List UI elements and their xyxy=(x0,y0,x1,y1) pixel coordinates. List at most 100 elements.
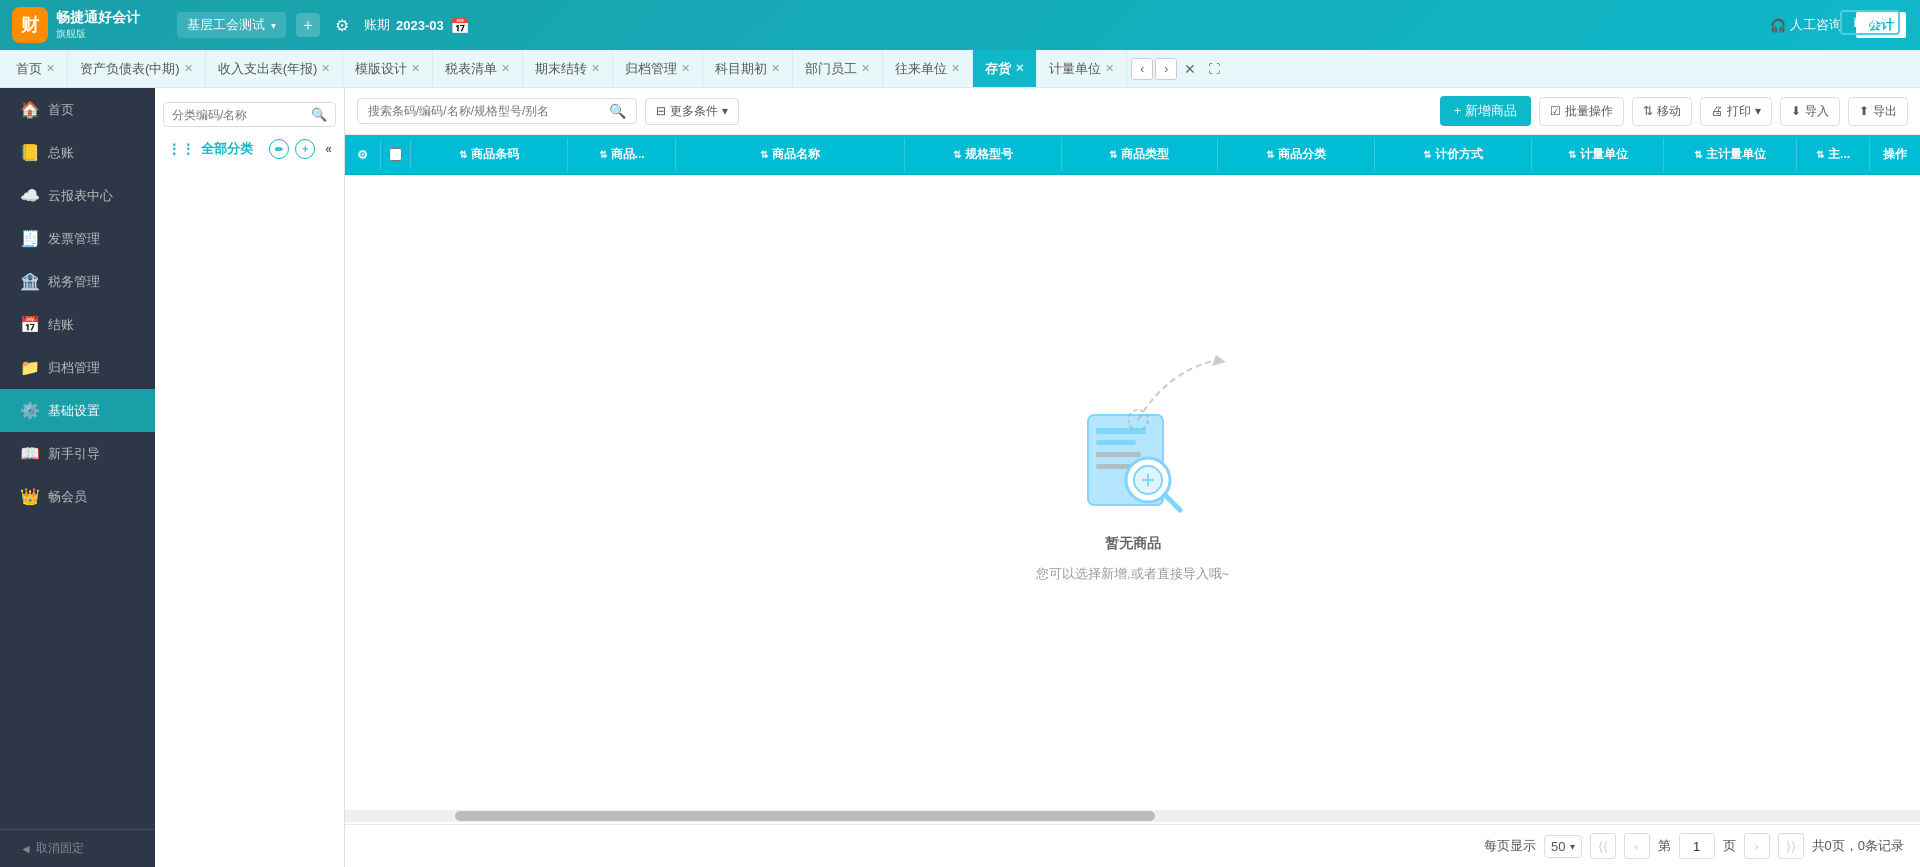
th-checkbox[interactable] xyxy=(381,140,411,169)
batch-ops-button[interactable]: ☑ 批量操作 xyxy=(1539,97,1624,126)
th-product-category[interactable]: ⇅ 商品分类 xyxy=(1218,138,1375,171)
th-main-unit[interactable]: ⇅ 主计量单位 xyxy=(1664,138,1797,171)
product-search-bar[interactable]: 🔍 xyxy=(357,98,637,124)
tab-scroll-left-button[interactable]: ‹ xyxy=(1131,58,1153,80)
select-all-checkbox[interactable] xyxy=(389,148,402,161)
horizontal-scrollbar[interactable] xyxy=(345,810,1920,822)
sort-icon: ⇅ xyxy=(459,149,467,160)
sidebar: 🏠 首页 📒 总账 ☁️ 云报表中心 🧾 发票管理 🏦 税务管理 📅 结账 📁 … xyxy=(0,88,155,867)
print-icon: 🖨 xyxy=(1711,104,1723,118)
th-product-code[interactable]: ⇅ 商品... xyxy=(568,138,677,171)
first-page-button[interactable]: ⟨⟨ xyxy=(1590,833,1616,859)
page-number-input[interactable] xyxy=(1679,833,1715,859)
close-icon[interactable]: ✕ xyxy=(591,62,600,75)
calendar-icon[interactable]: 📅 xyxy=(450,16,470,35)
settings-icon[interactable]: ⚙ xyxy=(330,13,354,37)
sidebar-item-settings[interactable]: ⚙️ 基础设置 xyxy=(0,389,155,432)
scrollbar-thumb[interactable] xyxy=(455,811,1155,821)
print-button[interactable]: 🖨 打印 ▾ xyxy=(1700,97,1772,126)
close-icon[interactable]: ✕ xyxy=(771,62,780,75)
close-icon[interactable]: ✕ xyxy=(951,62,960,75)
sidebar-item-archive[interactable]: 📁 归档管理 xyxy=(0,346,155,389)
svg-marker-0 xyxy=(1212,355,1226,366)
tab-home[interactable]: 首页 ✕ xyxy=(4,50,68,88)
tab-unit[interactable]: 计量单位 ✕ xyxy=(1037,50,1127,88)
category-all-item[interactable]: ⋮⋮ 全部分类 ✏ ＋ « xyxy=(155,133,344,165)
tab-period-close[interactable]: 期末结转 ✕ xyxy=(523,50,613,88)
move-button[interactable]: ⇅ 移动 xyxy=(1632,97,1692,126)
add-product-button[interactable]: + 新增商品 xyxy=(1440,96,1531,126)
tab-income-expense[interactable]: 收入支出表(年报) ✕ xyxy=(206,50,344,88)
sort-icon: ⇅ xyxy=(760,149,768,160)
next-page-button[interactable]: › xyxy=(1744,833,1770,859)
chevron-down-icon: ▾ xyxy=(271,20,276,31)
th-unit[interactable]: ⇅ 计量单位 xyxy=(1532,138,1665,171)
tab-archive[interactable]: 归档管理 ✕ xyxy=(613,50,703,88)
th-price-method[interactable]: ⇅ 计价方式 xyxy=(1375,138,1532,171)
empty-state: 暂无商品 您可以选择新增,或者直接导入哦~ xyxy=(345,175,1920,808)
category-search-input[interactable] xyxy=(172,108,311,122)
period-area: 账期 2023-03 📅 xyxy=(364,16,470,35)
iam-badge[interactable]: iAM * xyxy=(1840,10,1901,35)
sidebar-item-home[interactable]: 🏠 首页 xyxy=(0,88,155,131)
sort-icon: ⇅ xyxy=(1266,149,1274,160)
close-icon[interactable]: ✕ xyxy=(411,62,420,75)
sidebar-item-guide[interactable]: 📖 新手引导 xyxy=(0,432,155,475)
cloud-icon: ☁️ xyxy=(20,186,38,205)
th-extra[interactable]: ⇅ 主... xyxy=(1797,138,1870,171)
tab-tax[interactable]: 税表清单 ✕ xyxy=(433,50,523,88)
sidebar-item-close[interactable]: 📅 结账 xyxy=(0,303,155,346)
cancel-pin-button[interactable]: ◄ 取消固定 xyxy=(0,829,155,867)
th-settings[interactable]: ⚙ xyxy=(345,140,381,170)
sidebar-item-member[interactable]: 👑 畅会员 xyxy=(0,475,155,518)
close-icon[interactable]: ✕ xyxy=(681,62,690,75)
tab-balance-sheet[interactable]: 资产负债表(中期) ✕ xyxy=(68,50,206,88)
edit-category-button[interactable]: ✏ xyxy=(269,139,289,159)
more-filter-button[interactable]: ⊟ 更多条件 ▾ xyxy=(645,98,739,125)
close-icon[interactable]: ✕ xyxy=(501,62,510,75)
close-icon[interactable]: ✕ xyxy=(184,62,193,75)
table-header: ⚙ ⇅ 商品条码 ⇅ 商品... ⇅ 商品名称 xyxy=(345,135,1920,175)
sidebar-item-invoice[interactable]: 🧾 发票管理 xyxy=(0,217,155,260)
close-icon[interactable]: ✕ xyxy=(861,62,870,75)
close-icon[interactable]: ✕ xyxy=(1105,62,1114,75)
collapse-panel-button[interactable]: « xyxy=(325,142,332,156)
tab-vendors[interactable]: 往来单位 ✕ xyxy=(883,50,973,88)
empty-subtitle: 您可以选择新增,或者直接导入哦~ xyxy=(1036,565,1229,583)
tax-icon: 🏦 xyxy=(20,272,38,291)
tab-inventory[interactable]: 存货 ✕ xyxy=(973,50,1037,88)
per-page-select[interactable]: 50 ▾ xyxy=(1544,835,1581,858)
th-product-name[interactable]: ⇅ 商品名称 xyxy=(676,138,905,171)
sidebar-item-tax[interactable]: 🏦 税务管理 xyxy=(0,260,155,303)
tab-scroll-right-button[interactable]: › xyxy=(1155,58,1177,80)
close-icon[interactable]: ✕ xyxy=(321,62,330,75)
close-icon[interactable]: ✕ xyxy=(46,62,55,75)
tab-template[interactable]: 模版设计 ✕ xyxy=(343,50,433,88)
th-product-type[interactable]: ⇅ 商品类型 xyxy=(1062,138,1219,171)
sort-icon: ⇅ xyxy=(1109,149,1117,160)
search-icon[interactable]: 🔍 xyxy=(609,103,626,119)
company-selector[interactable]: 基层工会测试 ▾ xyxy=(177,12,286,38)
consulting-button[interactable]: 🎧 人工咨询 xyxy=(1770,16,1842,34)
export-button[interactable]: ⬆ 导出 xyxy=(1848,97,1908,126)
add-category-button[interactable]: ＋ xyxy=(295,139,315,159)
add-tab-button[interactable]: ＋ xyxy=(296,13,320,37)
search-icon[interactable]: 🔍 xyxy=(311,107,327,122)
tab-close-all-button[interactable]: ✕ xyxy=(1179,58,1201,80)
th-spec[interactable]: ⇅ 规格型号 xyxy=(905,138,1062,171)
product-search-input[interactable] xyxy=(368,104,605,118)
export-icon: ⬆ xyxy=(1859,104,1869,118)
th-barcode[interactable]: ⇅ 商品条码 xyxy=(411,138,568,171)
tab-expand-button[interactable]: ⛶ xyxy=(1203,58,1225,80)
close-icon[interactable]: ✕ xyxy=(1015,62,1024,75)
svg-rect-6 xyxy=(1096,464,1131,469)
tab-subject-initial[interactable]: 科目期初 ✕ xyxy=(703,50,793,88)
tab-department[interactable]: 部门员工 ✕ xyxy=(793,50,883,88)
sidebar-item-cloud[interactable]: ☁️ 云报表中心 xyxy=(0,174,155,217)
toolbar-right: + 新增商品 ☑ 批量操作 ⇅ 移动 🖨 打印 ▾ xyxy=(1440,96,1908,126)
import-button[interactable]: ⬇ 导入 xyxy=(1780,97,1840,126)
sidebar-item-ledger[interactable]: 📒 总账 xyxy=(0,131,155,174)
last-page-button[interactable]: ⟩⟩ xyxy=(1778,833,1804,859)
prev-page-button[interactable]: ‹ xyxy=(1624,833,1650,859)
category-search-box[interactable]: 🔍 xyxy=(163,102,336,127)
